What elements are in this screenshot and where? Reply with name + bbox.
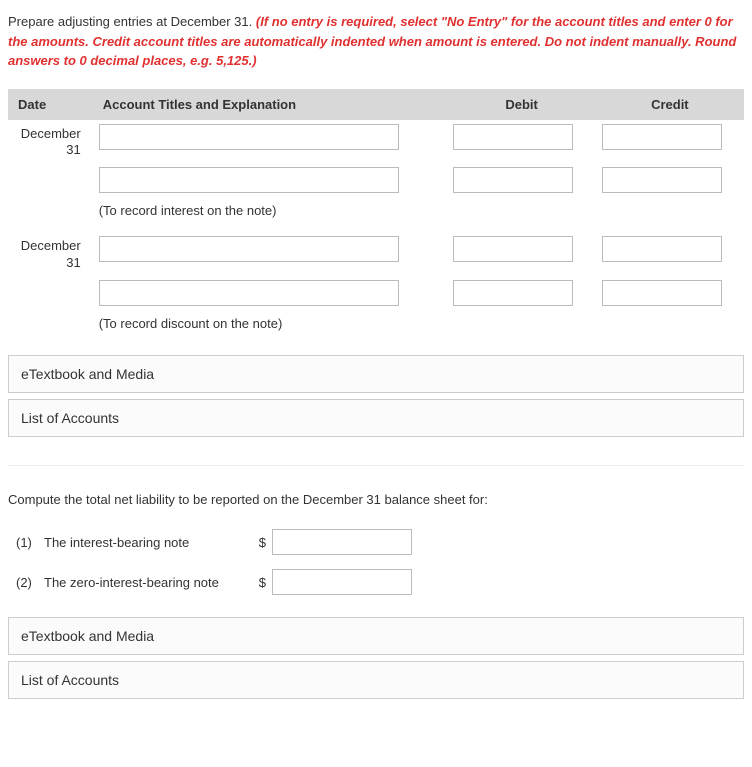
- etextbook-button[interactable]: eTextbook and Media: [8, 617, 744, 655]
- compute-row: (2) The zero-interest-bearing note $: [8, 569, 744, 595]
- credit-input[interactable]: [602, 124, 722, 150]
- currency-symbol: $: [254, 575, 272, 590]
- date-day: 31: [66, 255, 80, 270]
- date-day: 31: [66, 142, 80, 157]
- divider: [8, 465, 744, 466]
- header-debit: Debit: [447, 89, 595, 120]
- date-cell: December 31: [8, 232, 93, 276]
- date-cell: December 31: [8, 120, 93, 164]
- account-input[interactable]: [99, 124, 399, 150]
- explanation-text: (To record discount on the note): [93, 310, 448, 345]
- credit-input[interactable]: [602, 280, 722, 306]
- compute-num: (1): [8, 535, 44, 550]
- debit-input[interactable]: [453, 280, 573, 306]
- debit-input[interactable]: [453, 124, 573, 150]
- instructions: Prepare adjusting entries at December 31…: [8, 12, 744, 71]
- debit-input[interactable]: [453, 236, 573, 262]
- debit-input[interactable]: [453, 167, 573, 193]
- date-month: December: [21, 126, 81, 141]
- table-row: (To record discount on the note): [8, 310, 744, 345]
- etextbook-button[interactable]: eTextbook and Media: [8, 355, 744, 393]
- amount-input[interactable]: [272, 569, 412, 595]
- header-credit: Credit: [596, 89, 744, 120]
- account-input[interactable]: [99, 236, 399, 262]
- compute-label: The interest-bearing note: [44, 535, 254, 550]
- compute-num: (2): [8, 575, 44, 590]
- journal-table: Date Account Titles and Explanation Debi…: [8, 89, 744, 346]
- credit-input[interactable]: [602, 236, 722, 262]
- header-date: Date: [8, 89, 93, 120]
- instructions-prefix: Prepare adjusting entries at December 31…: [8, 14, 252, 29]
- explanation-text: (To record interest on the note): [93, 197, 448, 232]
- header-account: Account Titles and Explanation: [93, 89, 448, 120]
- currency-symbol: $: [254, 535, 272, 550]
- table-row: [8, 163, 744, 197]
- table-row: (To record interest on the note): [8, 197, 744, 232]
- compute-label: The zero-interest-bearing note: [44, 575, 254, 590]
- compute-title: Compute the total net liability to be re…: [8, 492, 744, 507]
- date-month: December: [21, 238, 81, 253]
- account-input[interactable]: [99, 280, 399, 306]
- table-row: December 31: [8, 120, 744, 164]
- table-row: December 31: [8, 232, 744, 276]
- table-row: [8, 276, 744, 310]
- list-of-accounts-button[interactable]: List of Accounts: [8, 661, 744, 699]
- account-input[interactable]: [99, 167, 399, 193]
- amount-input[interactable]: [272, 529, 412, 555]
- credit-input[interactable]: [602, 167, 722, 193]
- list-of-accounts-button[interactable]: List of Accounts: [8, 399, 744, 437]
- compute-row: (1) The interest-bearing note $: [8, 529, 744, 555]
